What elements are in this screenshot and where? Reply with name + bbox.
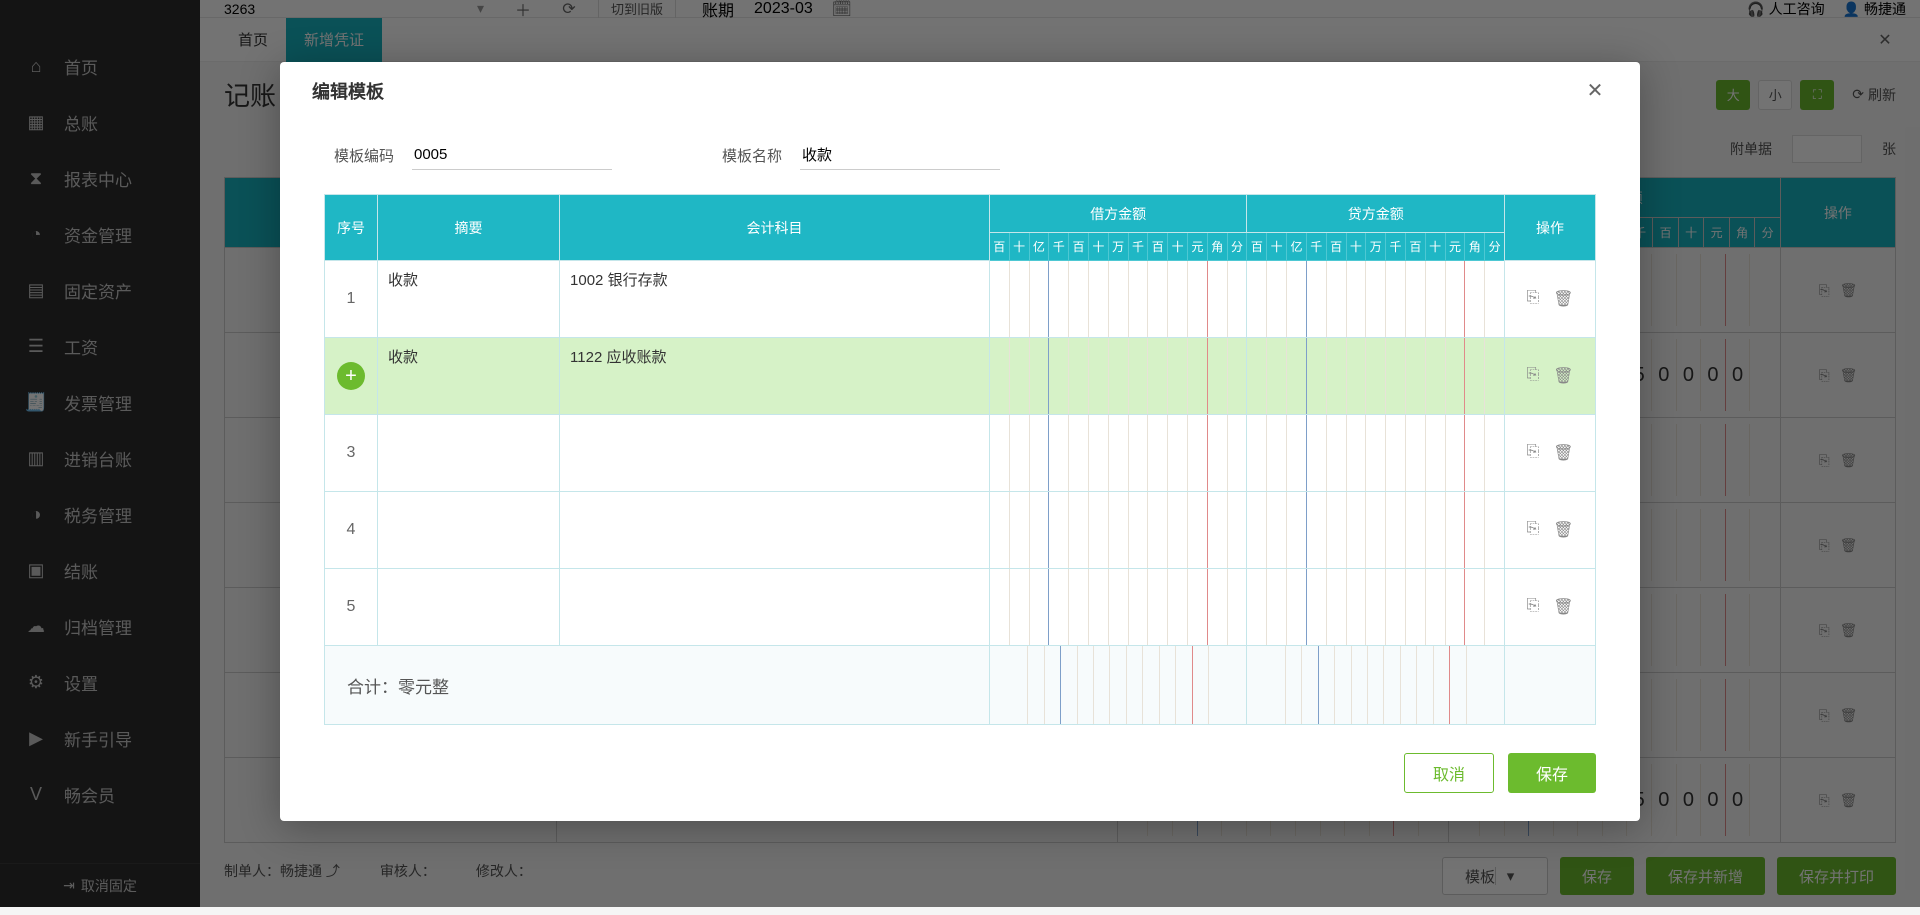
row-index: 5 [325,569,378,646]
unit-header: 角 [1207,233,1227,261]
unit-header: 万 [1366,233,1386,261]
total-label: 合计：零元整 [325,646,990,725]
subject-cell[interactable] [560,415,990,492]
unit-header: 亿 [1029,233,1049,261]
ops-cell: ⎘🗑 [1505,569,1596,646]
save-button[interactable]: 保存 [1508,753,1596,793]
row-index: + [325,338,378,415]
total-credit [1247,646,1505,725]
subject-cell[interactable] [560,569,990,646]
unit-header: 十 [1009,233,1029,261]
unit-header: 十 [1346,233,1366,261]
table-row[interactable]: 1收款1002 银行存款⎘🗑 [325,261,1596,338]
unit-header: 元 [1188,233,1208,261]
th-idx: 序号 [325,195,378,261]
unit-header: 十 [1267,233,1287,261]
copy-icon[interactable]: ⎘ [1526,366,1539,386]
unit-header: 万 [1108,233,1128,261]
modal-title: 编辑模板 [312,78,384,104]
unit-header: 角 [1465,233,1485,261]
unit-header: 百 [1405,233,1425,261]
unit-header: 百 [1247,233,1267,261]
edit-template-modal: 编辑模板 ✕ 模板编码 模板名称 序号 摘要 会计科目 借方金额 贷方金额 [280,62,1640,821]
modal-body: 模板编码 模板名称 序号 摘要 会计科目 借方金额 贷方金额 操作 百十亿千百十… [280,120,1640,821]
copy-icon[interactable]: ⎘ [1526,443,1539,463]
row-index: 4 [325,492,378,569]
debit-cell[interactable] [989,338,1247,415]
unit-header: 千 [1306,233,1326,261]
debit-cell[interactable] [989,415,1247,492]
ops-cell: ⎘🗑 [1505,338,1596,415]
template-name-input[interactable] [800,140,1000,170]
template-code-label: 模板编码 [324,145,394,166]
table-row[interactable]: 5⎘🗑 [325,569,1596,646]
total-ops [1505,646,1596,725]
table-row[interactable]: 3⎘🗑 [325,415,1596,492]
table-row[interactable]: 4⎘🗑 [325,492,1596,569]
row-index: 3 [325,415,378,492]
th-subject: 会计科目 [560,195,990,261]
th-credit: 贷方金额 [1247,195,1505,233]
summary-cell[interactable] [377,569,559,646]
unit-header: 百 [1326,233,1346,261]
summary-cell[interactable] [377,492,559,569]
unit-header: 十 [1088,233,1108,261]
ops-cell: ⎘🗑 [1505,492,1596,569]
unit-header: 元 [1445,233,1465,261]
unit-header: 千 [1386,233,1406,261]
add-row-button[interactable]: + [337,362,365,390]
modal-footer: 取消 保存 [324,725,1596,793]
credit-cell[interactable] [1247,569,1505,646]
th-summary: 摘要 [377,195,559,261]
subject-cell[interactable] [560,492,990,569]
summary-cell[interactable]: 收款 [377,261,559,338]
form-row: 模板编码 模板名称 [324,140,1596,170]
summary-cell[interactable]: 收款 [377,338,559,415]
credit-cell[interactable] [1247,338,1505,415]
summary-cell[interactable] [377,415,559,492]
copy-icon[interactable]: ⎘ [1526,289,1539,309]
delete-icon[interactable]: 🗑 [1553,366,1573,386]
th-debit: 借方金额 [989,195,1247,233]
unit-header: 十 [1168,233,1188,261]
debit-cell[interactable] [989,261,1247,338]
table-row[interactable]: +收款1122 应收账款⎘🗑 [325,338,1596,415]
delete-icon[interactable]: 🗑 [1553,443,1573,463]
copy-icon[interactable]: ⎘ [1526,520,1539,540]
th-ops: 操作 [1505,195,1596,261]
unit-header: 分 [1485,233,1505,261]
template-table: 序号 摘要 会计科目 借方金额 贷方金额 操作 百十亿千百十万千百十元角分百十亿… [324,194,1596,725]
unit-header: 十 [1425,233,1445,261]
subject-cell[interactable]: 1002 银行存款 [560,261,990,338]
modal-close-button[interactable]: ✕ [1582,78,1608,104]
credit-cell[interactable] [1247,492,1505,569]
unit-header: 百 [989,233,1009,261]
row-index: 1 [325,261,378,338]
template-name-label: 模板名称 [712,145,782,166]
template-code-input[interactable] [412,140,612,170]
delete-icon[interactable]: 🗑 [1553,520,1573,540]
copy-icon[interactable]: ⎘ [1526,597,1539,617]
unit-header: 百 [1069,233,1089,261]
ops-cell: ⎘🗑 [1505,261,1596,338]
ops-cell: ⎘🗑 [1505,415,1596,492]
delete-icon[interactable]: 🗑 [1553,597,1573,617]
unit-header: 千 [1049,233,1069,261]
unit-header: 亿 [1287,233,1307,261]
subject-cell[interactable]: 1122 应收账款 [560,338,990,415]
total-debit [989,646,1247,725]
unit-header: 千 [1128,233,1148,261]
modal-header: 编辑模板 ✕ [280,62,1640,120]
debit-cell[interactable] [989,492,1247,569]
debit-cell[interactable] [989,569,1247,646]
delete-icon[interactable]: 🗑 [1553,289,1573,309]
unit-header: 分 [1227,233,1247,261]
credit-cell[interactable] [1247,261,1505,338]
cancel-button[interactable]: 取消 [1404,753,1494,793]
unit-header: 百 [1148,233,1168,261]
credit-cell[interactable] [1247,415,1505,492]
